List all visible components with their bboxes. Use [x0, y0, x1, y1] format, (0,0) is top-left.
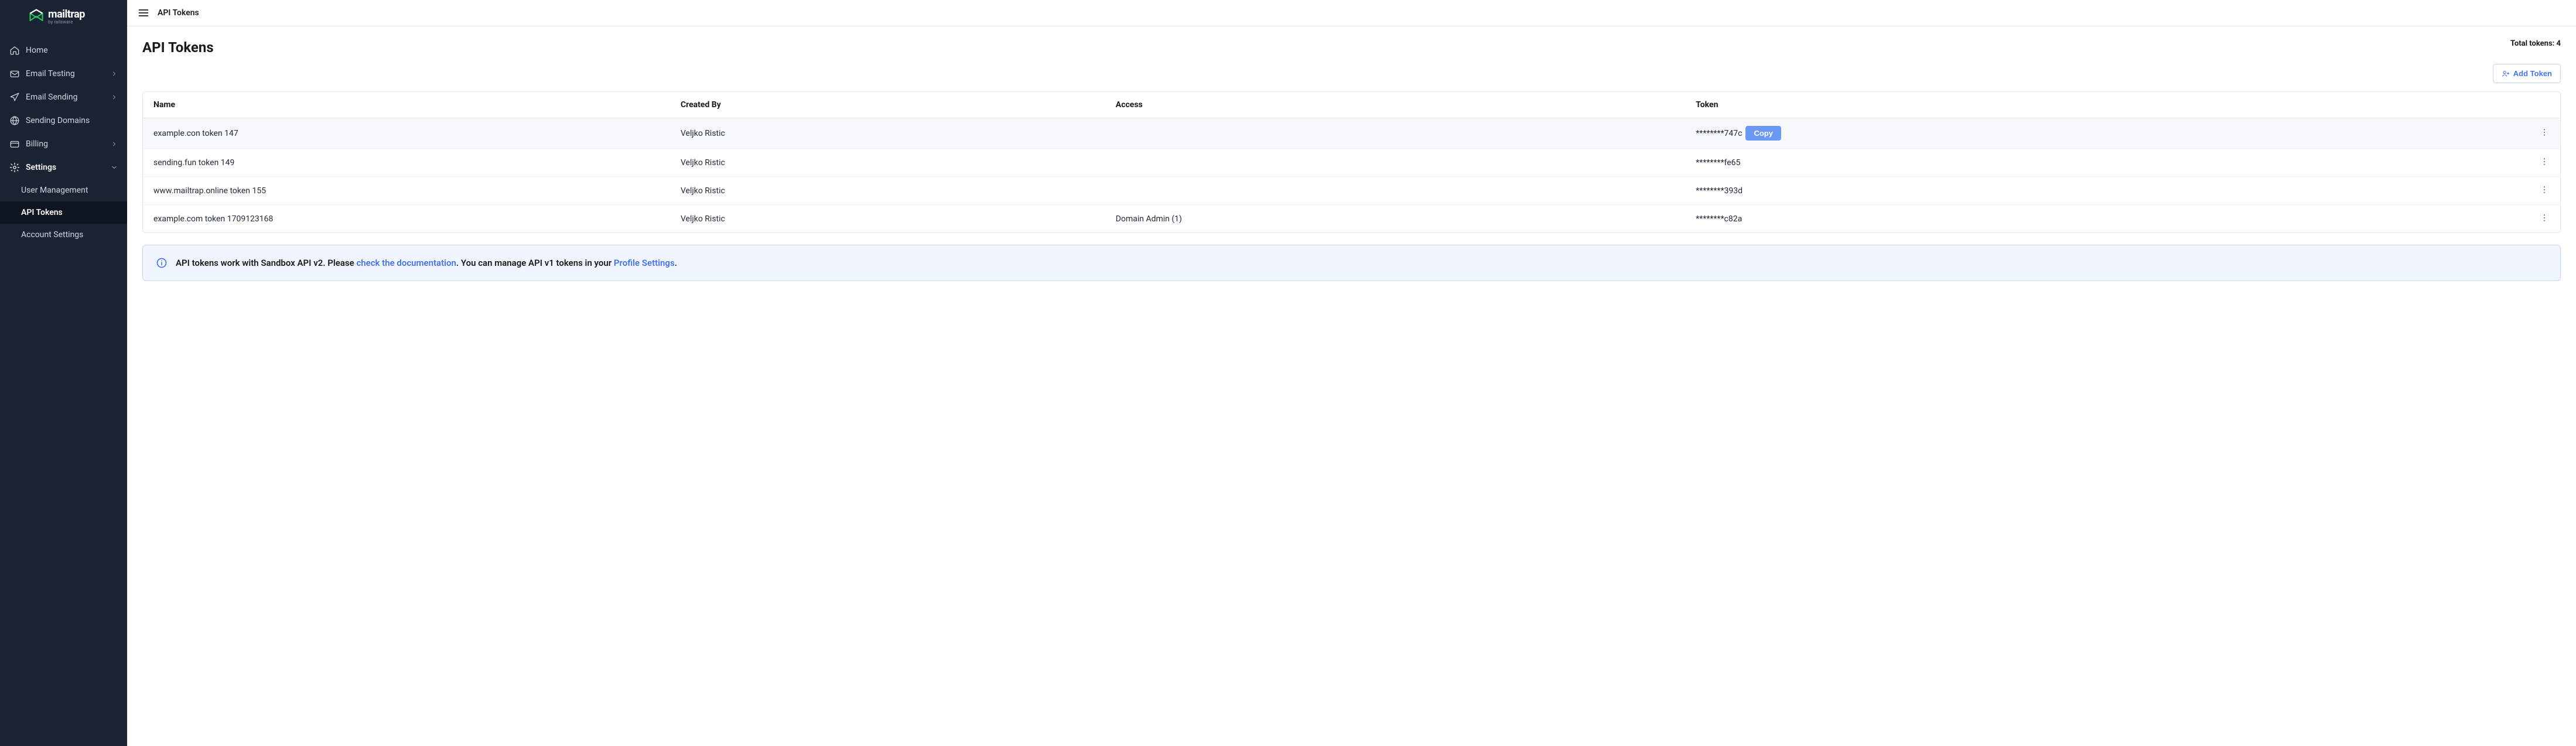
sidebar-item-email-testing[interactable]: Email Testing	[0, 62, 127, 85]
cell-name: sending.fun token 149	[143, 149, 675, 177]
row-menu-icon[interactable]	[2539, 156, 2550, 167]
row-menu-icon[interactable]	[2539, 184, 2550, 195]
primary-nav: Home Email Testing Email Sending Sending Do…	[0, 33, 127, 246]
card-icon	[9, 139, 20, 149]
mail-check-icon	[9, 69, 20, 79]
sidebar-sub-user-management[interactable]: User Management	[0, 179, 127, 201]
cell-created-by: Veljko Ristic	[675, 177, 1110, 205]
sidebar-item-label: User Management	[21, 186, 118, 195]
sidebar-item-label: Settings	[26, 163, 111, 172]
sidebar-item-home[interactable]: Home	[0, 39, 127, 62]
sidebar-item-label: Email Testing	[26, 69, 111, 78]
col-header-access: Access	[1110, 92, 1690, 118]
sidebar-item-settings[interactable]: Settings	[0, 156, 127, 179]
logo[interactable]: mailtrap by railsware	[0, 0, 127, 33]
info-banner: API tokens work with Sandbox API v2. Ple…	[142, 245, 2561, 281]
sidebar-item-label: Home	[26, 46, 118, 55]
menu-toggle-icon[interactable]	[136, 6, 151, 20]
globe-icon	[9, 115, 20, 126]
user-plus-icon	[2502, 70, 2510, 78]
col-header-name: Name	[143, 92, 675, 118]
add-token-label: Add Token	[2513, 69, 2552, 78]
sidebar-item-label: Account Settings	[21, 230, 118, 239]
sidebar-item-email-sending[interactable]: Email Sending	[0, 85, 127, 109]
sidebar: mailtrap by railsware Home Email Testing E…	[0, 0, 127, 746]
cell-name: example.con token 147	[143, 118, 675, 149]
cell-token: ********c82a	[1690, 205, 2531, 233]
col-header-token: Token	[1690, 92, 2531, 118]
cell-created-by: Veljko Ristic	[675, 205, 1110, 233]
cell-access	[1110, 149, 1690, 177]
cell-name: www.mailtrap.online token 155	[143, 177, 675, 205]
col-header-created: Created By	[675, 92, 1110, 118]
sidebar-item-label: Billing	[26, 139, 111, 149]
total-tokens: Total tokens: 4	[2510, 39, 2561, 48]
cell-token: ********747c Copy	[1690, 118, 2531, 149]
token-value: ********c82a	[1696, 214, 1742, 224]
add-token-button[interactable]: Add Token	[2493, 64, 2561, 83]
sidebar-item-sending-domains[interactable]: Sending Domains	[0, 109, 127, 132]
copy-button[interactable]: Copy	[1745, 126, 1781, 141]
info-icon	[156, 257, 168, 269]
send-icon	[9, 92, 20, 102]
topbar: API Tokens	[127, 0, 2576, 26]
info-text: API tokens work with Sandbox API v2. Ple…	[176, 258, 677, 268]
profile-settings-link[interactable]: Profile Settings	[614, 258, 675, 268]
page-title: API Tokens	[142, 39, 214, 56]
row-menu-icon[interactable]	[2539, 127, 2550, 138]
mailtrap-logo-icon	[28, 8, 45, 25]
cell-access	[1110, 177, 1690, 205]
cell-created-by: Veljko Ristic	[675, 118, 1110, 149]
brand-byline: by railsware	[48, 19, 85, 25]
sidebar-item-label: Email Sending	[26, 93, 111, 102]
sidebar-sub-account-settings[interactable]: Account Settings	[0, 224, 127, 246]
sidebar-sub-api-tokens[interactable]: API Tokens	[0, 201, 127, 224]
cell-created-by: Veljko Ristic	[675, 149, 1110, 177]
sidebar-item-label: API Tokens	[21, 208, 118, 217]
brand-name: mailtrap	[48, 8, 85, 20]
token-value: ********fe65	[1696, 158, 1740, 167]
table-row[interactable]: example.com token 1709123168 Veljko Rist…	[143, 205, 2560, 233]
gear-icon	[9, 162, 20, 173]
cell-token: ********fe65	[1690, 149, 2531, 177]
cell-name: example.com token 1709123168	[143, 205, 675, 233]
cell-access	[1110, 118, 1690, 149]
sidebar-item-billing[interactable]: Billing	[0, 132, 127, 156]
table-row[interactable]: example.con token 147 Veljko Ristic ****…	[143, 118, 2560, 149]
token-value: ********747c	[1696, 129, 1742, 138]
table-row[interactable]: www.mailtrap.online token 155 Veljko Ris…	[143, 177, 2560, 205]
cell-access: Domain Admin (1)	[1110, 205, 1690, 233]
sidebar-item-label: Sending Domains	[26, 116, 118, 125]
home-icon	[9, 45, 20, 56]
tokens-table: Name Created By Access Token example.con…	[142, 91, 2561, 233]
breadcrumb: API Tokens	[158, 8, 199, 18]
row-menu-icon[interactable]	[2539, 213, 2550, 223]
table-row[interactable]: sending.fun token 149 Veljko Ristic ****…	[143, 149, 2560, 177]
token-value: ********393d	[1696, 186, 1743, 196]
cell-token: ********393d	[1690, 177, 2531, 205]
main: API Tokens API Tokens Total tokens: 4 Ad…	[127, 0, 2576, 746]
docs-link[interactable]: check the documentation	[356, 258, 456, 268]
